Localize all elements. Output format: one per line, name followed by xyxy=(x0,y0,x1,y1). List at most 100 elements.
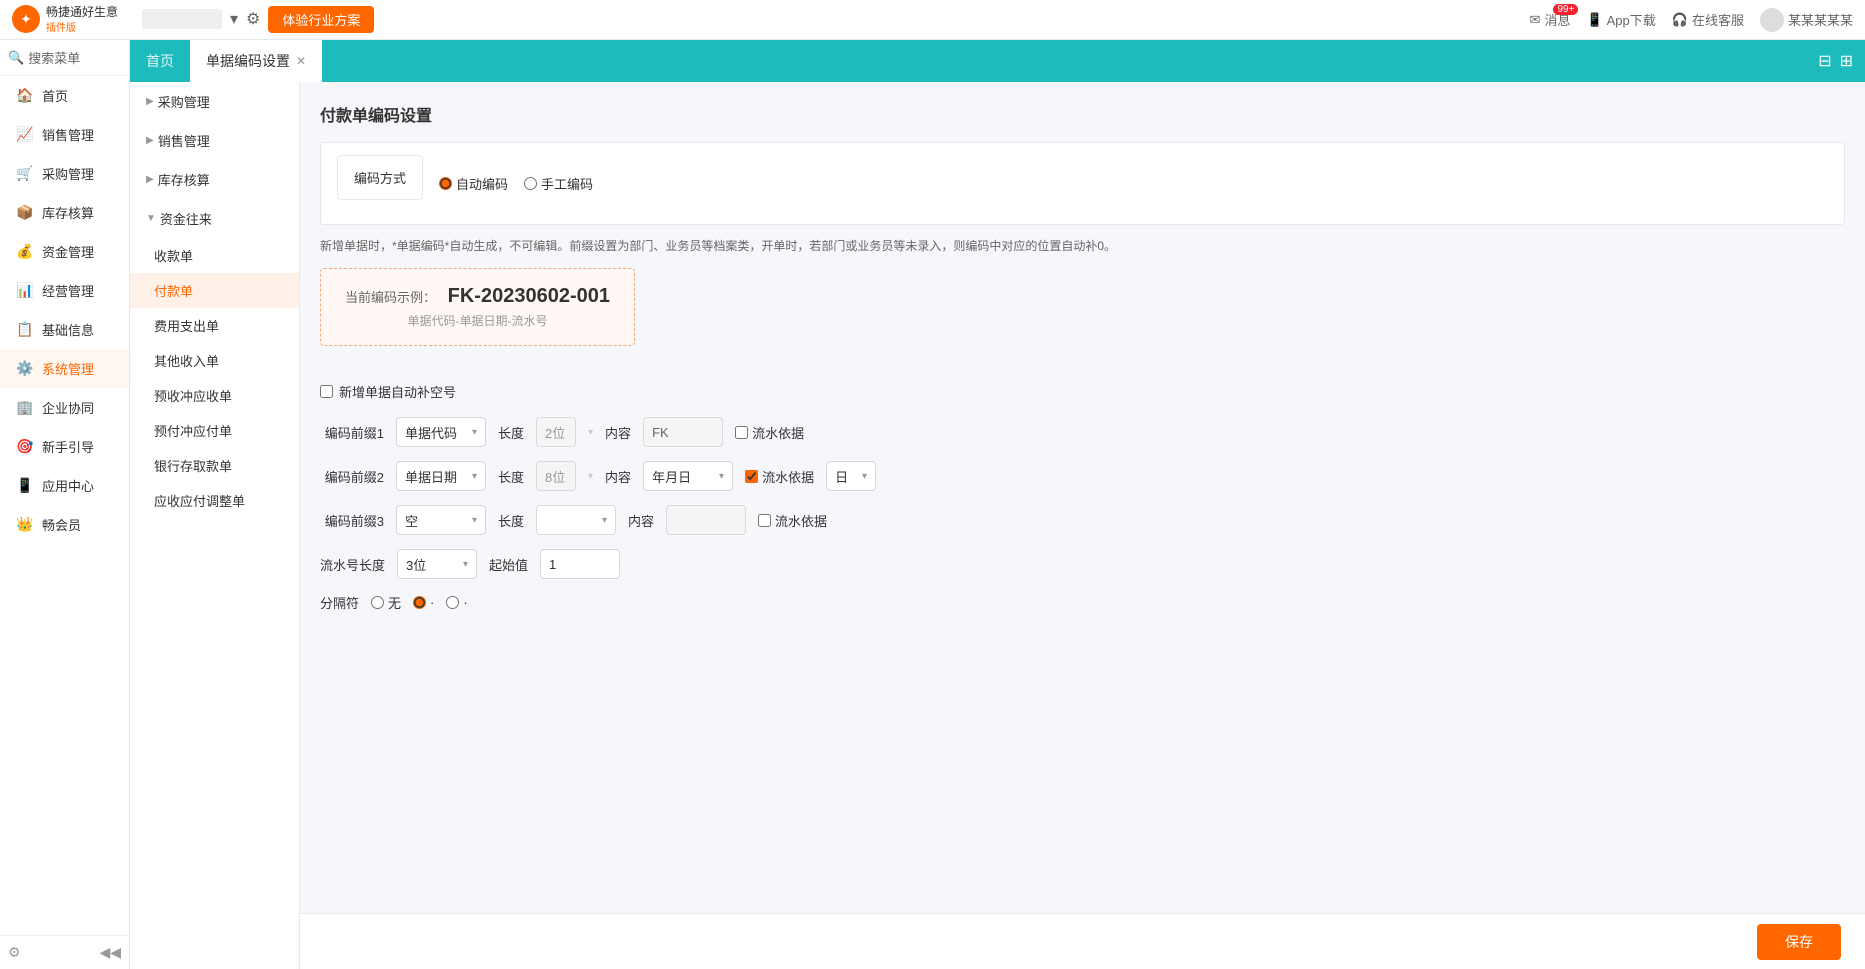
submenu-receipt[interactable]: 收款单 xyxy=(130,238,299,273)
notice-content: 新增单据时，*单据编码*自动生成，不可编辑。前缀设置为部门、业务员等档案类，开单… xyxy=(320,239,1116,253)
sidebar-item-label-operations: 经营管理 xyxy=(42,281,94,300)
menu-group-purchase-header[interactable]: ▶ 采购管理 xyxy=(130,82,299,121)
sep-dash-input[interactable] xyxy=(413,596,426,609)
tab-expand-btn[interactable]: ⊞ xyxy=(1840,51,1853,71)
code-preview-prefix-label: 当前编码示例： FK-20230602-001 xyxy=(345,285,610,308)
length3-select[interactable]: ▾ xyxy=(536,505,616,535)
tab-encoding-label: 单据编码设置 xyxy=(206,51,290,71)
sidebar-item-basic-info[interactable]: 📋 基础信息 xyxy=(0,310,129,349)
trial-btn[interactable]: 体验行业方案 xyxy=(268,6,374,33)
code-preview-label: 当前编码示例： xyxy=(345,290,436,305)
menu-group-capital-header[interactable]: ▼ 资金往来 xyxy=(130,199,299,238)
sidebar-item-enterprise[interactable]: 🏢 企业协同 xyxy=(0,388,129,427)
company-selector[interactable] xyxy=(142,9,222,29)
serial-num-select[interactable]: 3位 ▾ xyxy=(397,549,477,579)
menu-group-sales: ▶ 销售管理 xyxy=(130,121,299,160)
sidebar-settings-btn[interactable]: ⚙ xyxy=(8,944,21,961)
serial3-checkbox[interactable] xyxy=(758,514,771,527)
sep-none-input[interactable] xyxy=(371,596,384,609)
prefix1-chevron: ▾ xyxy=(472,427,477,438)
sidebar-item-finance[interactable]: 💰 资金管理 xyxy=(0,232,129,271)
sidebar-item-label-system-mgmt: 系统管理 xyxy=(42,359,94,378)
sidebar-item-sales[interactable]: 📈 销售管理 xyxy=(0,115,129,154)
submenu-ar-ap-adjust[interactable]: 应收应付调整单 xyxy=(130,483,299,518)
manual-encoding-input[interactable] xyxy=(524,177,537,190)
sidebar-item-inventory[interactable]: 📦 库存核算 xyxy=(0,193,129,232)
menu-group-capital-label: 资金往来 xyxy=(160,209,212,228)
menu-group-sales-header[interactable]: ▶ 销售管理 xyxy=(130,121,299,160)
start-value-text: 1 xyxy=(549,557,556,572)
settings-btn[interactable]: ⚙ xyxy=(246,9,260,29)
length2-label: 长度 xyxy=(498,467,524,486)
auto-fill-checkbox[interactable] xyxy=(320,385,333,398)
submenu-prepay-receivable[interactable]: 预收冲应收单 xyxy=(130,378,299,413)
sidebar-item-purchase[interactable]: 🛒 采购管理 xyxy=(0,154,129,193)
message-item[interactable]: ✉ 消息 99+ xyxy=(1530,10,1571,29)
prefix3-select[interactable]: 空 ▾ xyxy=(396,505,486,535)
tab-encoding[interactable]: 单据编码设置 ✕ xyxy=(190,40,322,82)
serial2-unit-value: 日 xyxy=(835,467,848,486)
sidebar-item-vip[interactable]: 👑 畅会员 xyxy=(0,505,129,544)
sidebar-item-label-home: 首页 xyxy=(42,86,68,105)
online-service-label: 在线客服 xyxy=(1692,10,1744,29)
save-button[interactable]: 保存 xyxy=(1757,924,1841,960)
sep-dot-radio[interactable]: · xyxy=(446,595,467,610)
prefix2-select[interactable]: 单据日期 ▾ xyxy=(396,461,486,491)
encoding-radio-group: 自动编码 手工编码 xyxy=(439,174,593,193)
app-download-item[interactable]: 📱 App下载 xyxy=(1586,10,1655,29)
bottom-bar: 保存 xyxy=(300,913,1865,969)
length1-value: 2位 xyxy=(545,423,565,442)
submenu-expense[interactable]: 费用支出单 xyxy=(130,308,299,343)
sidebar-item-newcomer[interactable]: 🎯 新手引导 xyxy=(0,427,129,466)
submenu-payment[interactable]: 付款单 xyxy=(130,273,299,308)
content2-select[interactable]: 年月日 ▾ xyxy=(643,461,733,491)
manual-encoding-radio[interactable]: 手工编码 xyxy=(524,174,593,193)
auto-fill-label[interactable]: 新增单据自动补空号 xyxy=(320,382,456,401)
user-area[interactable]: 某某某某某 xyxy=(1760,8,1853,32)
dropdown-btn[interactable]: ▾ xyxy=(230,9,238,29)
top-bar-right: ✉ 消息 99+ 📱 App下载 🎧 在线客服 某某某某某 xyxy=(1530,8,1853,32)
sep-dot-input[interactable] xyxy=(446,596,459,609)
auto-encoding-radio[interactable]: 自动编码 xyxy=(439,174,508,193)
sidebar-search[interactable]: 🔍 搜索菜单 xyxy=(0,40,129,76)
sidebar-nav: 🏠 首页 📈 销售管理 🛒 采购管理 📦 库存核算 💰 资金管理 📊 经 xyxy=(0,76,129,935)
sep-none-radio[interactable]: 无 xyxy=(371,593,401,612)
serial2-checkbox-label[interactable]: 流水依据 xyxy=(745,467,814,486)
menu-group-inventory-header[interactable]: ▶ 库存核算 xyxy=(130,160,299,199)
message-badge: 99+ xyxy=(1553,4,1578,15)
submenu-prepay-payable[interactable]: 预付冲应付单 xyxy=(130,413,299,448)
serial1-checkbox-label[interactable]: 流水依据 xyxy=(735,423,804,442)
submenu-bank-deposit[interactable]: 银行存取款单 xyxy=(130,448,299,483)
sidebar-item-home[interactable]: 🏠 首页 xyxy=(0,76,129,115)
auto-encoding-input[interactable] xyxy=(439,177,452,190)
tab-close-btn[interactable]: ✕ xyxy=(296,54,306,68)
serial2-unit-select[interactable]: 日 ▾ xyxy=(826,461,876,491)
content-inner: 付款单编码设置 编码方式 自动编码 手工编码 xyxy=(300,82,1865,913)
sidebar-item-system-mgmt[interactable]: ⚙️ 系统管理 xyxy=(0,349,129,388)
sidebar-item-label-newcomer: 新手引导 xyxy=(42,437,94,456)
submenu-other-income[interactable]: 其他收入单 xyxy=(130,343,299,378)
main-layout: 🔍 搜索菜单 🏠 首页 📈 销售管理 🛒 采购管理 📦 库存核算 💰 xyxy=(0,40,1865,969)
start-value-input[interactable]: 1 xyxy=(540,549,620,579)
sidebar-bottom: ⚙ ◀◀ xyxy=(0,935,129,969)
code-preview-sub: 单据代码-单据日期-流水号 xyxy=(345,312,610,329)
serial1-checkbox[interactable] xyxy=(735,426,748,439)
sep-dash-radio[interactable]: · xyxy=(413,595,434,610)
arrow-down-icon: ▼ xyxy=(146,213,156,224)
content1-text: FK xyxy=(652,425,669,440)
content2-chevron: ▾ xyxy=(719,471,724,482)
sidebar-collapse-btn[interactable]: ◀◀ xyxy=(99,944,121,961)
form-section: 编码前缀1 单据代码 ▾ 长度 2位 ▾ 内容 xyxy=(320,417,1845,612)
serial2-checkbox[interactable] xyxy=(745,470,758,483)
sep-dot-label: · xyxy=(463,595,467,610)
sidebar-item-operations[interactable]: 📊 经营管理 xyxy=(0,271,129,310)
tab-home[interactable]: 首页 xyxy=(130,40,190,82)
app-download-label: App下载 xyxy=(1607,10,1656,29)
online-service-item[interactable]: 🎧 在线客服 xyxy=(1672,10,1744,29)
prefix1-select[interactable]: 单据代码 ▾ xyxy=(396,417,486,447)
serial3-checkbox-label[interactable]: 流水依据 xyxy=(758,511,827,530)
sidebar-item-app-center[interactable]: 📱 应用中心 xyxy=(0,466,129,505)
encoding-type-section: 编码方式 自动编码 手工编码 xyxy=(320,142,1845,225)
arrow-right-icon3: ▶ xyxy=(146,174,154,185)
tab-minimize-btn[interactable]: ⊟ xyxy=(1818,51,1831,71)
